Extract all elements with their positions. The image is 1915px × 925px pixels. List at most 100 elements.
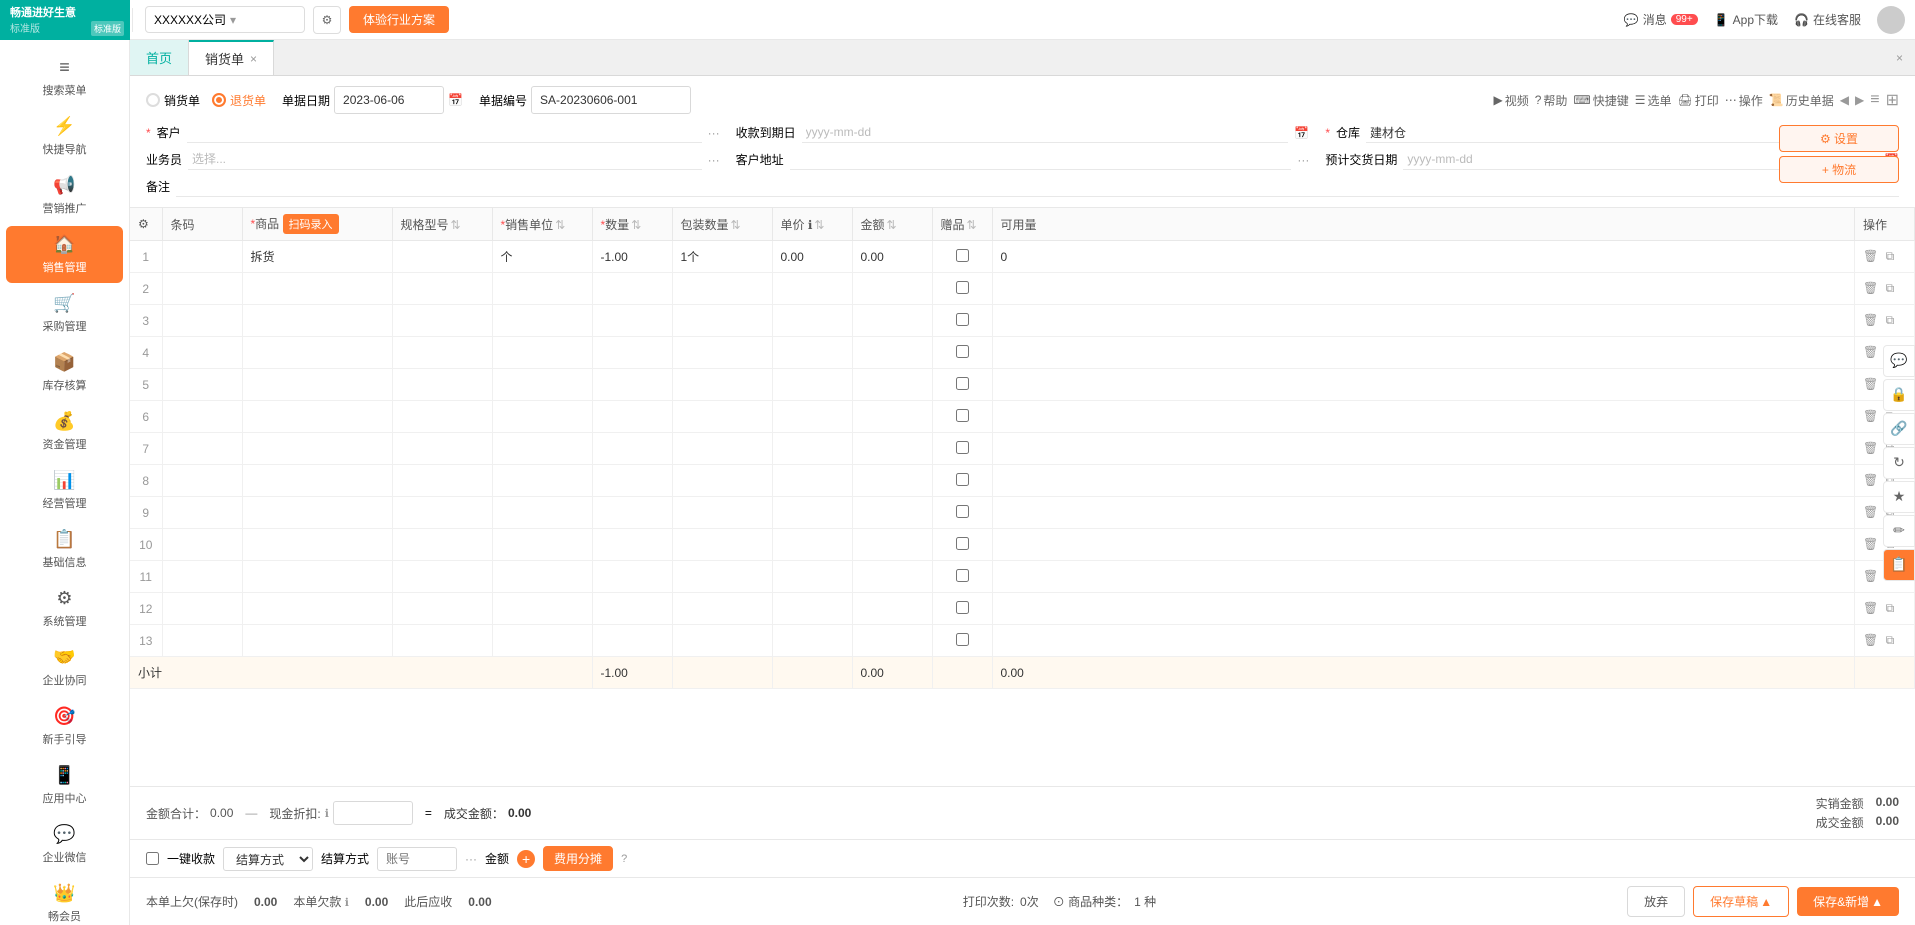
row-delete-icon[interactable]: 🗑 [1863,505,1878,519]
video-link[interactable]: ▶ 视频 [1493,92,1528,109]
row-price[interactable] [772,497,852,529]
row-product[interactable] [242,529,392,561]
row-product[interactable] [242,593,392,625]
row-amount[interactable] [852,625,932,657]
message-button[interactable]: 💬 消息 99+ [1624,11,1698,28]
tab-close-all-button[interactable]: × [1884,40,1915,75]
row-unit[interactable] [492,561,592,593]
nav-next-icon[interactable]: ▶ [1855,93,1864,107]
row-amount[interactable] [852,401,932,433]
date-input[interactable] [334,86,444,114]
row-spec[interactable] [392,433,492,465]
row-unit[interactable] [492,273,592,305]
row-spec[interactable] [392,337,492,369]
customer-more-icon[interactable]: ··· [708,126,720,140]
row-delete-icon[interactable]: 🗑 [1863,633,1878,647]
row-amount[interactable] [852,561,932,593]
row-pkg-qty[interactable] [672,529,772,561]
row-gift[interactable] [932,305,992,337]
float-comment[interactable]: 💬 [1883,345,1915,377]
account-more-icon[interactable]: ··· [465,852,477,866]
row-barcode[interactable] [162,625,242,657]
row-price[interactable]: 0.00 [772,241,852,273]
row-pkg-qty[interactable] [672,369,772,401]
sidebar-item-basic[interactable]: 📋 基础信息 [6,521,123,578]
salesperson-more-icon[interactable]: ··· [708,153,720,167]
help-link[interactable]: ? 帮助 [1535,92,1568,109]
row-delete-icon[interactable]: 🗑 [1863,313,1878,327]
col-header-settings[interactable]: ⚙ [130,208,162,241]
row-price[interactable] [772,369,852,401]
radio-return[interactable]: 退货单 [212,92,266,109]
addr-more-icon[interactable]: ··· [1297,153,1309,167]
row-qty[interactable] [592,561,672,593]
float-link[interactable]: 🔗 [1883,413,1915,445]
row-qty[interactable] [592,369,672,401]
row-amount[interactable]: 0.00 [852,241,932,273]
tab-home[interactable]: 首页 [130,40,189,75]
row-unit[interactable]: 个 [492,241,592,273]
row-unit[interactable] [492,625,592,657]
customer-addr-input[interactable] [790,149,1292,170]
row-spec[interactable] [392,625,492,657]
row-gift[interactable] [932,337,992,369]
account-input[interactable] [377,847,457,871]
row-gift[interactable] [932,241,992,273]
calendar-icon[interactable]: 📅 [448,93,463,107]
row-qty[interactable] [592,337,672,369]
row-delete-icon[interactable]: 🗑 [1863,601,1878,615]
row-amount[interactable] [852,337,932,369]
row-delete-icon[interactable]: 🗑 [1863,569,1878,583]
row-price[interactable] [772,273,852,305]
row-amount[interactable] [852,369,932,401]
one-click-checkbox[interactable] [146,852,159,865]
scan-button[interactable]: 扫码录入 [283,214,339,234]
shortcut-link[interactable]: ⌨ 快捷键 [1573,92,1628,109]
row-price[interactable] [772,593,852,625]
avatar[interactable] [1877,6,1905,34]
row-product[interactable] [242,433,392,465]
remarks-input[interactable] [176,176,1899,197]
row-qty[interactable] [592,273,672,305]
row-amount[interactable] [852,433,932,465]
row-barcode[interactable] [162,369,242,401]
sidebar-item-shortcuts[interactable]: ⚡ 快捷导航 [6,108,123,165]
row-spec[interactable] [392,561,492,593]
row-delete-icon[interactable]: 🗑 [1863,377,1878,391]
settings-button[interactable]: ⚙ 设置 [1779,125,1899,152]
fee-help-icon[interactable]: ? [621,853,627,865]
row-barcode[interactable] [162,273,242,305]
row-amount[interactable] [852,529,932,561]
salesperson-input[interactable] [188,149,702,170]
operations-link[interactable]: ⋯ 操作 [1725,92,1763,109]
float-lock[interactable]: 🔒 [1883,379,1915,411]
row-qty[interactable] [592,465,672,497]
sidebar-item-wechat[interactable]: 💬 企业微信 [6,816,123,873]
add-payment-button[interactable]: + [517,850,535,868]
row-gift[interactable] [932,529,992,561]
row-spec[interactable] [392,593,492,625]
nav-prev-icon[interactable]: ◀ [1840,93,1849,107]
row-copy-icon[interactable]: ⧉ [1886,313,1895,327]
float-refresh[interactable]: ↻ [1883,447,1915,479]
row-qty[interactable]: -1.00 [592,241,672,273]
row-spec[interactable] [392,465,492,497]
row-spec[interactable] [392,305,492,337]
row-barcode[interactable] [162,465,242,497]
save-draft-button[interactable]: 保存草稿 ▲ [1693,886,1789,917]
row-pkg-qty[interactable] [672,625,772,657]
row-unit[interactable] [492,593,592,625]
row-copy-icon[interactable]: ⧉ [1886,601,1895,615]
row-pkg-qty[interactable] [672,561,772,593]
sidebar-item-collab[interactable]: 🤝 企业协同 [6,639,123,696]
row-barcode[interactable] [162,305,242,337]
row-pkg-qty[interactable] [672,401,772,433]
doc-no-input[interactable] [531,86,691,114]
row-amount[interactable] [852,497,932,529]
row-amount[interactable] [852,593,932,625]
row-product[interactable] [242,369,392,401]
sidebar-item-finance[interactable]: 💰 资金管理 [6,403,123,460]
row-product[interactable] [242,497,392,529]
row-price[interactable] [772,337,852,369]
row-pkg-qty[interactable] [672,433,772,465]
